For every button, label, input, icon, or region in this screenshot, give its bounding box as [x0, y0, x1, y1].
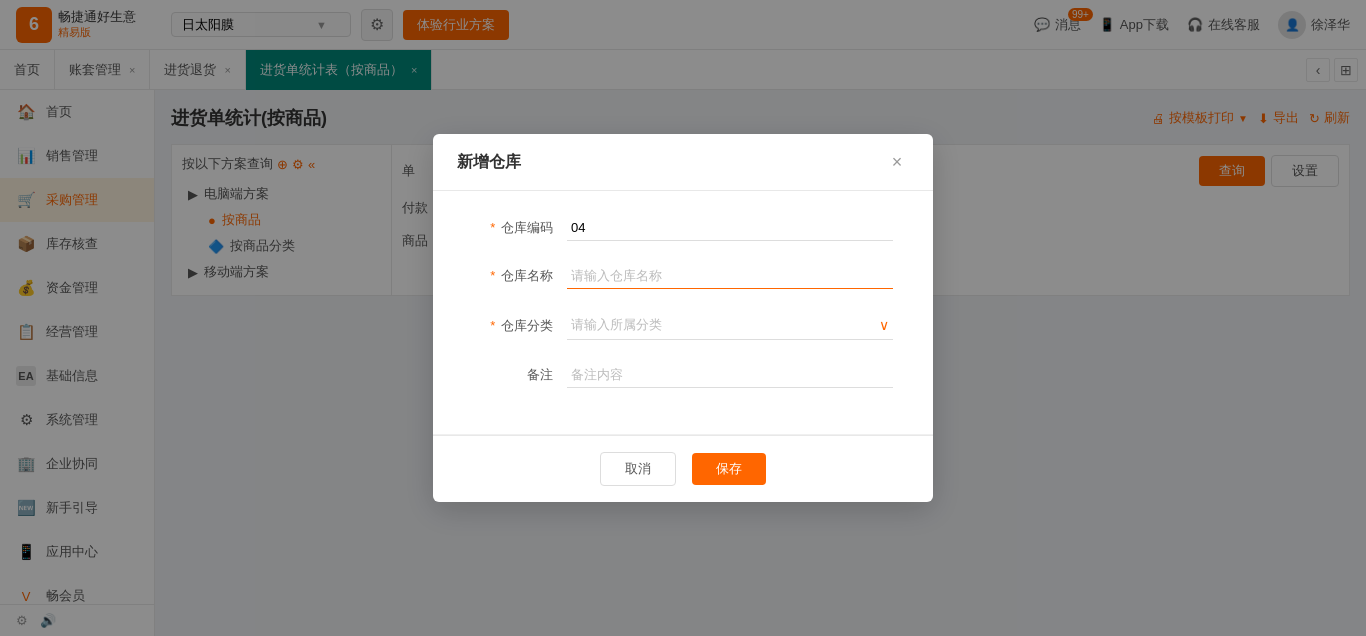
code-input[interactable]	[567, 215, 893, 241]
form-row-category: * 仓库分类 请输入所属分类 ∨	[473, 311, 893, 340]
code-required-mark: *	[490, 220, 495, 235]
category-select[interactable]: 请输入所属分类 ∨	[567, 311, 893, 340]
remark-input[interactable]	[567, 362, 893, 388]
new-warehouse-modal: 新增仓库 × * 仓库编码 * 仓库名称	[433, 134, 933, 502]
category-placeholder: 请输入所属分类	[571, 316, 662, 334]
modal-body: * 仓库编码 * 仓库名称 * 仓库分类 请输入所属	[433, 191, 933, 434]
cancel-button[interactable]: 取消	[600, 452, 676, 486]
modal-title: 新增仓库	[457, 152, 521, 173]
name-label-text: 仓库名称	[501, 268, 553, 283]
category-required-mark: *	[490, 318, 495, 333]
remark-label-text: 备注	[527, 367, 553, 382]
modal-header: 新增仓库 ×	[433, 134, 933, 191]
form-row-name: * 仓库名称	[473, 263, 893, 289]
modal-footer: 取消 保存	[433, 435, 933, 502]
name-label: * 仓库名称	[473, 267, 553, 285]
name-required-mark: *	[490, 268, 495, 283]
form-row-code: * 仓库编码	[473, 215, 893, 241]
code-label-text: 仓库编码	[501, 220, 553, 235]
remark-label: 备注	[473, 366, 553, 384]
category-label-text: 仓库分类	[501, 318, 553, 333]
category-dropdown-icon: ∨	[879, 317, 889, 333]
save-button[interactable]: 保存	[692, 453, 766, 485]
category-label: * 仓库分类	[473, 317, 553, 335]
form-row-remark: 备注	[473, 362, 893, 388]
modal-overlay[interactable]: 新增仓库 × * 仓库编码 * 仓库名称	[0, 0, 1366, 636]
modal-close-button[interactable]: ×	[885, 150, 909, 174]
code-label: * 仓库编码	[473, 219, 553, 237]
name-input[interactable]	[567, 263, 893, 289]
